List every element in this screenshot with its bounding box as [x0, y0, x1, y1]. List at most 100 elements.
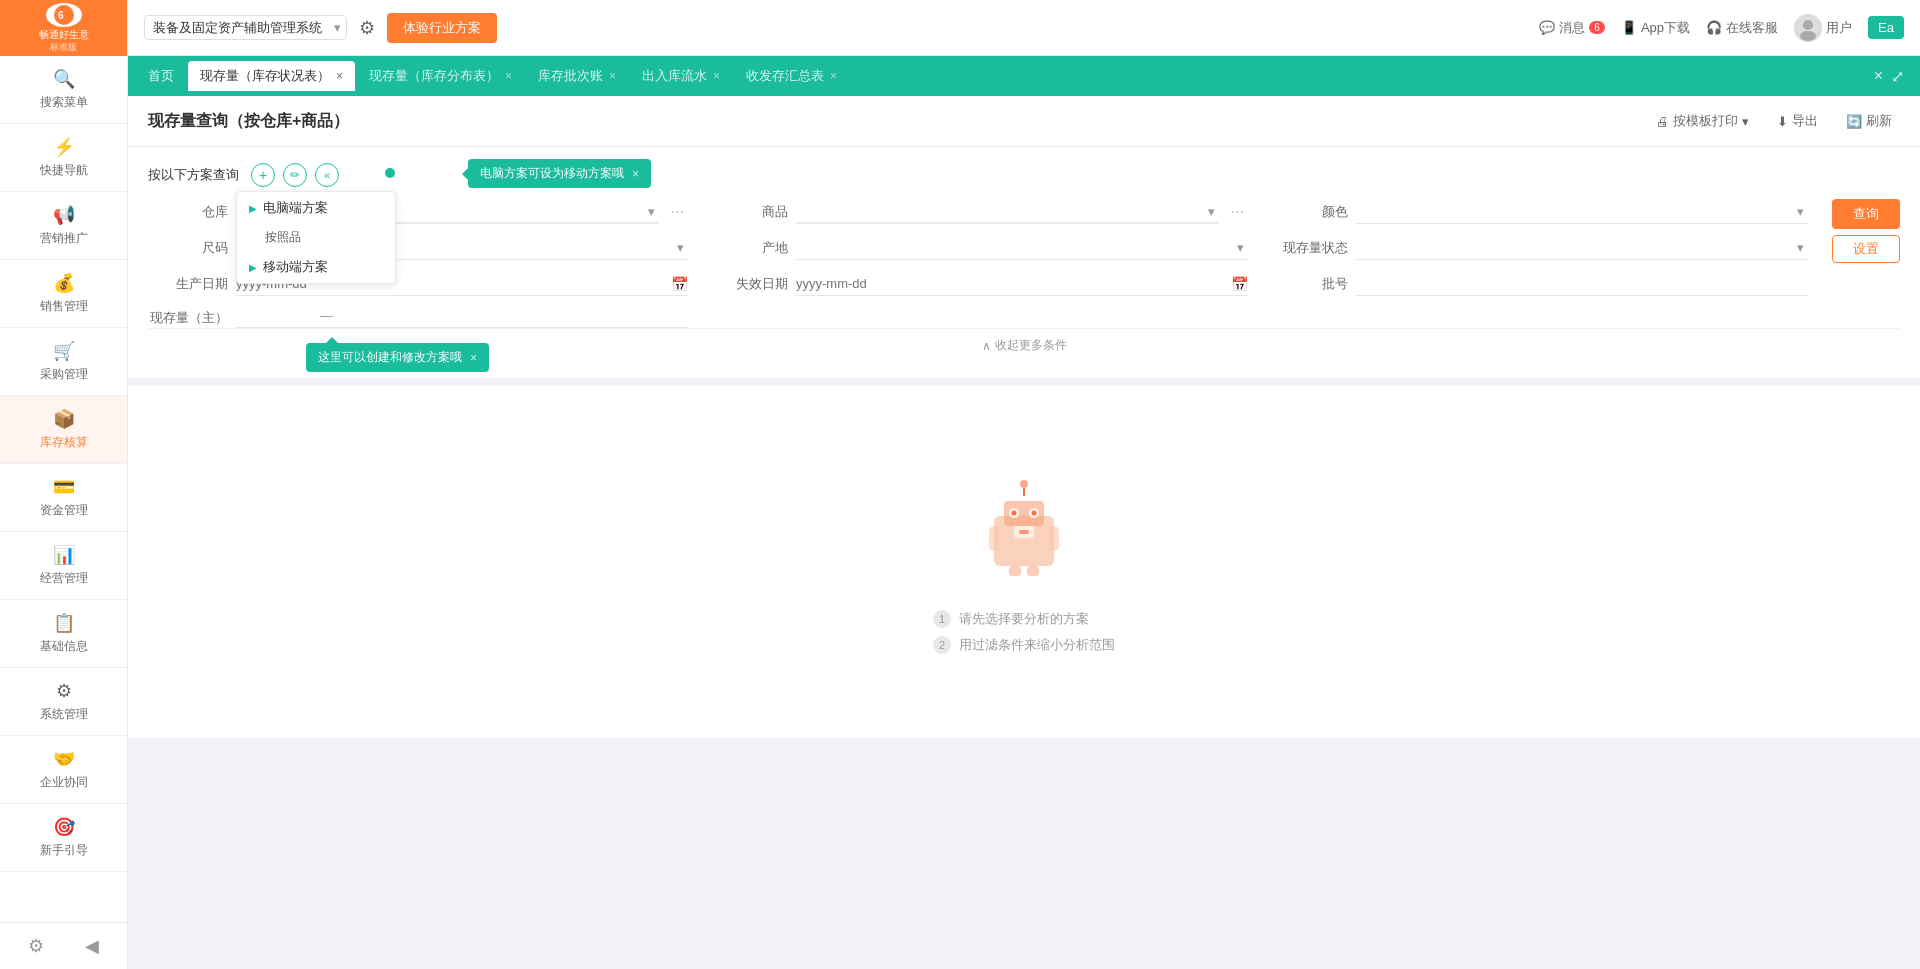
solution-btn[interactable]: 体验行业方案	[387, 13, 497, 43]
mfg-date-calendar-icon[interactable]: 📅	[671, 276, 688, 292]
sidebar-item-sales[interactable]: 💰 销售管理	[0, 260, 127, 328]
message-icon: 💬	[1539, 20, 1555, 35]
export-btn[interactable]: ⬇ 导出	[1769, 108, 1826, 134]
svg-rect-12	[1019, 530, 1029, 534]
collapse-btn[interactable]: ∧ 收起更多条件	[982, 337, 1067, 354]
refresh-btn[interactable]: 🔄 刷新	[1838, 108, 1900, 134]
scheme-panel-desktop[interactable]: ▶ 电脑端方案	[237, 192, 395, 224]
tab-maximize-btn[interactable]: ⤢	[1891, 67, 1904, 86]
sidebar-item-finance[interactable]: 💳 资金管理	[0, 464, 127, 532]
collapse-sidebar-icon[interactable]: ◀	[85, 935, 99, 957]
reset-btn[interactable]: 设置	[1832, 235, 1900, 263]
origin-select[interactable]	[796, 236, 1248, 259]
filter-top-section: 按以下方案查询 + ✏ « 电脑方案可设为移动方案哦 × ▶	[148, 163, 1900, 187]
empty-tip-2-text: 用过滤条件来缩小分析范围	[959, 632, 1115, 658]
sidebar-item-purchase[interactable]: 🛒 采购管理	[0, 328, 127, 396]
tab-batch-close[interactable]: ×	[609, 69, 616, 83]
filter-origin: 产地	[708, 236, 1248, 260]
filter-stock-status: 现存量状态	[1268, 236, 1808, 260]
tab-stock-status-close[interactable]: ×	[336, 69, 343, 83]
mfg-date-label: 生产日期	[148, 275, 228, 293]
filter-section: 按以下方案查询 + ✏ « 电脑方案可设为移动方案哦 × ▶	[128, 147, 1920, 378]
filter-batch: 批号	[1268, 272, 1808, 296]
message-label: 消息	[1559, 19, 1585, 37]
message-btn[interactable]: 💬 消息 6	[1539, 19, 1605, 37]
basic-info-icon: 📋	[53, 612, 75, 634]
tab-stock-status[interactable]: 现存量（库存状况表） ×	[188, 61, 355, 91]
settings-icon[interactable]: ⚙	[28, 935, 44, 957]
scheme-edit-tooltip-text: 这里可以创建和修改方案哦	[318, 349, 462, 366]
goods-label: 商品	[708, 203, 788, 221]
sidebar-item-basic-info[interactable]: 📋 基础信息	[0, 600, 127, 668]
scheme-mobile-label: 移动端方案	[263, 258, 328, 276]
tab-summary-close[interactable]: ×	[830, 69, 837, 83]
origin-select-wrap[interactable]	[796, 236, 1248, 260]
scheme-desktop-label: 电脑端方案	[263, 199, 328, 217]
ea-badge: Ea	[1868, 16, 1904, 39]
scheme-panel-mobile[interactable]: ▶ 移动端方案	[237, 251, 395, 283]
collapse-label: 收起更多条件	[995, 337, 1067, 354]
sidebar-item-operations[interactable]: 📊 经营管理	[0, 532, 127, 600]
app-download-btn[interactable]: 📱 App下载	[1621, 19, 1690, 37]
warehouse-more-btn[interactable]: ···	[667, 203, 688, 221]
collapse-icon: ∧	[982, 339, 991, 353]
sidebar-item-system[interactable]: ⚙ 系统管理	[0, 668, 127, 736]
stock-range-min[interactable]	[236, 308, 316, 323]
online-service-btn[interactable]: 🎧 在线客服	[1706, 19, 1778, 37]
svg-rect-16	[1027, 566, 1039, 576]
scheme-panel: ▶ 电脑端方案 按照品 ▶ 移动端方案	[236, 191, 396, 284]
finance-icon: 💳	[53, 476, 75, 498]
add-scheme-btn[interactable]: +	[251, 163, 275, 187]
exp-date-input[interactable]	[796, 272, 1248, 295]
svg-rect-13	[989, 526, 999, 551]
stock-status-select-wrap[interactable]	[1356, 236, 1808, 260]
goods-more-btn[interactable]: ···	[1227, 203, 1248, 221]
color-select-wrap[interactable]	[1356, 200, 1808, 224]
tab-close-all-btn[interactable]: ×	[1874, 67, 1883, 85]
scheme-desktop-item[interactable]: 按照品	[237, 224, 395, 251]
sidebar-item-inventory[interactable]: 📦 库存核算	[0, 396, 127, 464]
operations-icon: 📊	[53, 544, 75, 566]
filter-fields: 仓库 ··· 商品 ···	[148, 199, 1808, 328]
settings-gear-icon[interactable]: ⚙	[359, 17, 375, 39]
sidebar-item-operations-label: 经营管理	[40, 570, 88, 587]
topbar-right: 💬 消息 6 📱 App下载 🎧 在线客服 用户 Ea	[1539, 14, 1904, 42]
app-download-label: App下载	[1641, 19, 1690, 37]
query-btn[interactable]: 查询	[1832, 199, 1900, 229]
edit-scheme-btn[interactable]: ✏	[283, 163, 307, 187]
empty-illustration	[964, 466, 1084, 586]
stock-status-select[interactable]	[1356, 236, 1808, 259]
sidebar-item-search-label: 搜索菜单	[40, 94, 88, 111]
goods-select-wrap	[796, 199, 1219, 224]
user-info[interactable]: 用户	[1794, 14, 1852, 42]
tab-stock-dist-close[interactable]: ×	[505, 69, 512, 83]
stock-status-label: 现存量状态	[1268, 239, 1348, 257]
sidebar-item-marketing[interactable]: 📢 营销推广	[0, 192, 127, 260]
system-select[interactable]: 装备及固定资产辅助管理系统	[144, 15, 347, 40]
sidebar-item-collab[interactable]: 🤝 企业协同	[0, 736, 127, 804]
tabs-bar: 首页 现存量（库存状况表） × 现存量（库存分布表） × 库存批次账 × 出入库…	[128, 56, 1920, 96]
sidebar-item-quicknav-label: 快捷导航	[40, 162, 88, 179]
tab-batch[interactable]: 库存批次账 ×	[526, 61, 628, 91]
scheme-tooltip-close[interactable]: ×	[632, 167, 639, 181]
tab-flow[interactable]: 出入库流水 ×	[630, 61, 732, 91]
tab-summary[interactable]: 收发存汇总表 ×	[734, 61, 849, 91]
sidebar-item-quicknav[interactable]: ⚡ 快捷导航	[0, 124, 127, 192]
exp-date-calendar-icon[interactable]: 📅	[1231, 276, 1248, 292]
print-btn[interactable]: 🖨 按模板打印 ▾	[1648, 108, 1757, 134]
tab-stock-dist[interactable]: 现存量（库存分布表） ×	[357, 61, 524, 91]
tab-home[interactable]: 首页	[136, 61, 186, 91]
prev-scheme-btn[interactable]: «	[315, 163, 339, 187]
sidebar-item-guide[interactable]: 🎯 新手引导	[0, 804, 127, 872]
sidebar-item-collab-label: 企业协同	[40, 774, 88, 791]
sidebar-item-search[interactable]: 🔍 搜索菜单	[0, 56, 127, 124]
tab-batch-label: 库存批次账	[538, 67, 603, 85]
scheme-edit-tooltip-close[interactable]: ×	[470, 351, 477, 365]
tab-flow-close[interactable]: ×	[713, 69, 720, 83]
stock-range-max[interactable]	[337, 308, 417, 323]
color-select[interactable]	[1356, 200, 1808, 223]
batch-input[interactable]	[1356, 272, 1808, 296]
goods-input[interactable]	[796, 199, 1219, 223]
system-select-wrap[interactable]: 装备及固定资产辅助管理系统	[144, 15, 347, 40]
sidebar: 6 畅通好生意 标准版 🔍 搜索菜单 ⚡ 快捷导航 📢 营销推广 💰 销售管理 …	[0, 0, 128, 969]
